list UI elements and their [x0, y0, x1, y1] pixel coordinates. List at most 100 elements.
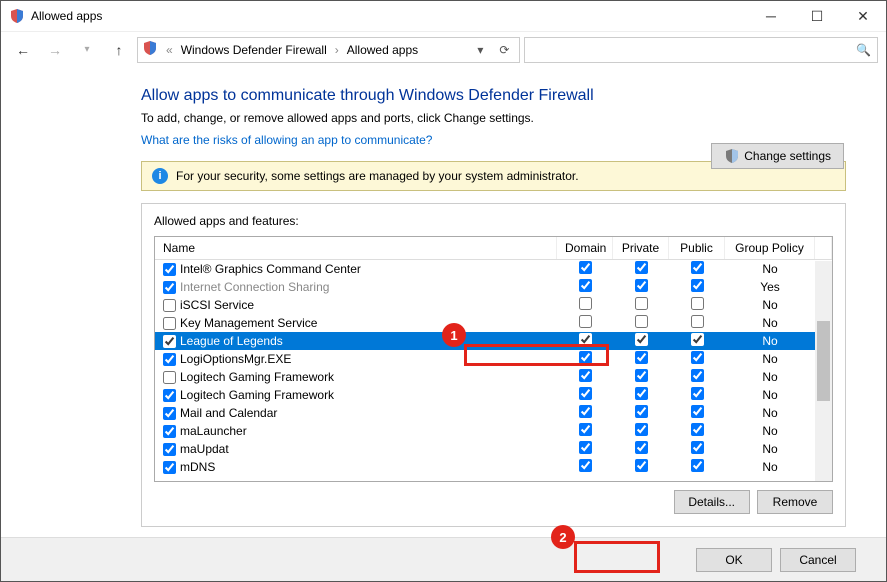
- group-policy-value: No: [725, 406, 815, 420]
- checkbox[interactable]: [579, 405, 592, 418]
- checkbox[interactable]: [579, 459, 592, 472]
- checkbox[interactable]: [163, 353, 176, 366]
- checkbox[interactable]: [691, 369, 704, 382]
- scrollbar-thumb[interactable]: [817, 321, 830, 401]
- app-name: Logitech Gaming Framework: [180, 370, 334, 384]
- list-header: Name Domain Private Public Group Policy: [155, 237, 832, 260]
- checkbox[interactable]: [163, 299, 176, 312]
- checkbox[interactable]: [691, 405, 704, 418]
- recent-dropdown[interactable]: ▾: [73, 36, 101, 64]
- table-row[interactable]: Logitech Gaming FrameworkNo: [155, 386, 832, 404]
- change-settings-label: Change settings: [744, 149, 831, 163]
- checkbox[interactable]: [579, 297, 592, 310]
- checkbox[interactable]: [163, 281, 176, 294]
- breadcrumb-sep: «: [166, 43, 173, 57]
- checkbox[interactable]: [691, 333, 704, 346]
- checkbox[interactable]: [579, 351, 592, 364]
- checkbox[interactable]: [579, 441, 592, 454]
- address-dropdown[interactable]: ▾: [471, 43, 489, 57]
- checkbox[interactable]: [635, 405, 648, 418]
- remove-button[interactable]: Remove: [757, 490, 833, 514]
- checkbox[interactable]: [579, 333, 592, 346]
- checkbox[interactable]: [691, 297, 704, 310]
- table-row[interactable]: iSCSI ServiceNo: [155, 296, 832, 314]
- checkbox[interactable]: [579, 423, 592, 436]
- checkbox[interactable]: [691, 351, 704, 364]
- table-row[interactable]: maUpdatNo: [155, 440, 832, 458]
- cancel-button[interactable]: Cancel: [780, 548, 856, 572]
- search-icon: 🔍: [856, 43, 871, 57]
- checkbox[interactable]: [579, 369, 592, 382]
- col-name[interactable]: Name: [155, 237, 557, 259]
- checkbox[interactable]: [163, 407, 176, 420]
- maximize-button[interactable]: ☐: [794, 1, 840, 31]
- checkbox[interactable]: [635, 423, 648, 436]
- col-group-policy[interactable]: Group Policy: [725, 237, 815, 259]
- risk-link[interactable]: What are the risks of allowing an app to…: [141, 133, 432, 147]
- back-button[interactable]: ←: [9, 36, 37, 64]
- table-row[interactable]: League of LegendsNo: [155, 332, 832, 350]
- checkbox[interactable]: [635, 459, 648, 472]
- table-row[interactable]: Mail and CalendarNo: [155, 404, 832, 422]
- checkbox[interactable]: [691, 387, 704, 400]
- checkbox[interactable]: [579, 315, 592, 328]
- breadcrumb-node[interactable]: Allowed apps: [347, 43, 418, 57]
- app-name: League of Legends: [180, 334, 283, 348]
- up-button[interactable]: ↑: [105, 36, 133, 64]
- checkbox[interactable]: [691, 459, 704, 472]
- checkbox[interactable]: [635, 261, 648, 274]
- checkbox[interactable]: [163, 389, 176, 402]
- notice-text: For your security, some settings are man…: [176, 169, 579, 183]
- table-row[interactable]: Internet Connection SharingYes: [155, 278, 832, 296]
- col-private[interactable]: Private: [613, 237, 669, 259]
- forward-button[interactable]: →: [41, 36, 69, 64]
- change-settings-group: Change settings: [711, 143, 844, 169]
- ok-button[interactable]: OK: [696, 548, 772, 572]
- checkbox[interactable]: [579, 387, 592, 400]
- refresh-button[interactable]: ⟳: [493, 43, 515, 57]
- checkbox[interactable]: [635, 351, 648, 364]
- col-public[interactable]: Public: [669, 237, 725, 259]
- change-settings-button[interactable]: Change settings: [711, 143, 844, 169]
- col-domain[interactable]: Domain: [557, 237, 613, 259]
- checkbox[interactable]: [635, 297, 648, 310]
- checkbox[interactable]: [635, 315, 648, 328]
- app-name: maUpdat: [180, 442, 229, 456]
- details-button[interactable]: Details...: [674, 490, 750, 514]
- checkbox[interactable]: [691, 279, 704, 292]
- checkbox[interactable]: [635, 333, 648, 346]
- search-box[interactable]: 🔍: [524, 37, 878, 63]
- checkbox[interactable]: [691, 441, 704, 454]
- checkbox[interactable]: [579, 261, 592, 274]
- checkbox[interactable]: [635, 279, 648, 292]
- checkbox[interactable]: [163, 425, 176, 438]
- apps-listbox[interactable]: Name Domain Private Public Group Policy …: [154, 236, 833, 482]
- checkbox[interactable]: [163, 461, 176, 474]
- table-row[interactable]: LogiOptionsMgr.EXENo: [155, 350, 832, 368]
- minimize-button[interactable]: ─: [748, 1, 794, 31]
- dialog-footer: OK Cancel: [1, 537, 886, 581]
- checkbox[interactable]: [163, 317, 176, 330]
- scrollbar[interactable]: [815, 261, 832, 481]
- checkbox[interactable]: [635, 369, 648, 382]
- table-row[interactable]: maLauncherNo: [155, 422, 832, 440]
- close-button[interactable]: ✕: [840, 1, 886, 31]
- checkbox[interactable]: [691, 315, 704, 328]
- search-input[interactable]: [531, 43, 856, 57]
- table-row[interactable]: Intel® Graphics Command CenterNo: [155, 260, 832, 278]
- table-row[interactable]: mDNSNo: [155, 458, 832, 476]
- address-bar[interactable]: « Windows Defender Firewall › Allowed ap…: [137, 37, 520, 63]
- table-row[interactable]: Key Management ServiceNo: [155, 314, 832, 332]
- checkbox[interactable]: [163, 335, 176, 348]
- checkbox[interactable]: [691, 261, 704, 274]
- checkbox[interactable]: [635, 387, 648, 400]
- checkbox[interactable]: [691, 423, 704, 436]
- table-row[interactable]: Logitech Gaming FrameworkNo: [155, 368, 832, 386]
- checkbox[interactable]: [163, 371, 176, 384]
- checkbox[interactable]: [579, 279, 592, 292]
- checkbox[interactable]: [163, 443, 176, 456]
- checkbox[interactable]: [635, 441, 648, 454]
- breadcrumb-node[interactable]: Windows Defender Firewall: [181, 43, 327, 57]
- checkbox[interactable]: [163, 263, 176, 276]
- panel-actions: Details... Remove: [154, 490, 833, 514]
